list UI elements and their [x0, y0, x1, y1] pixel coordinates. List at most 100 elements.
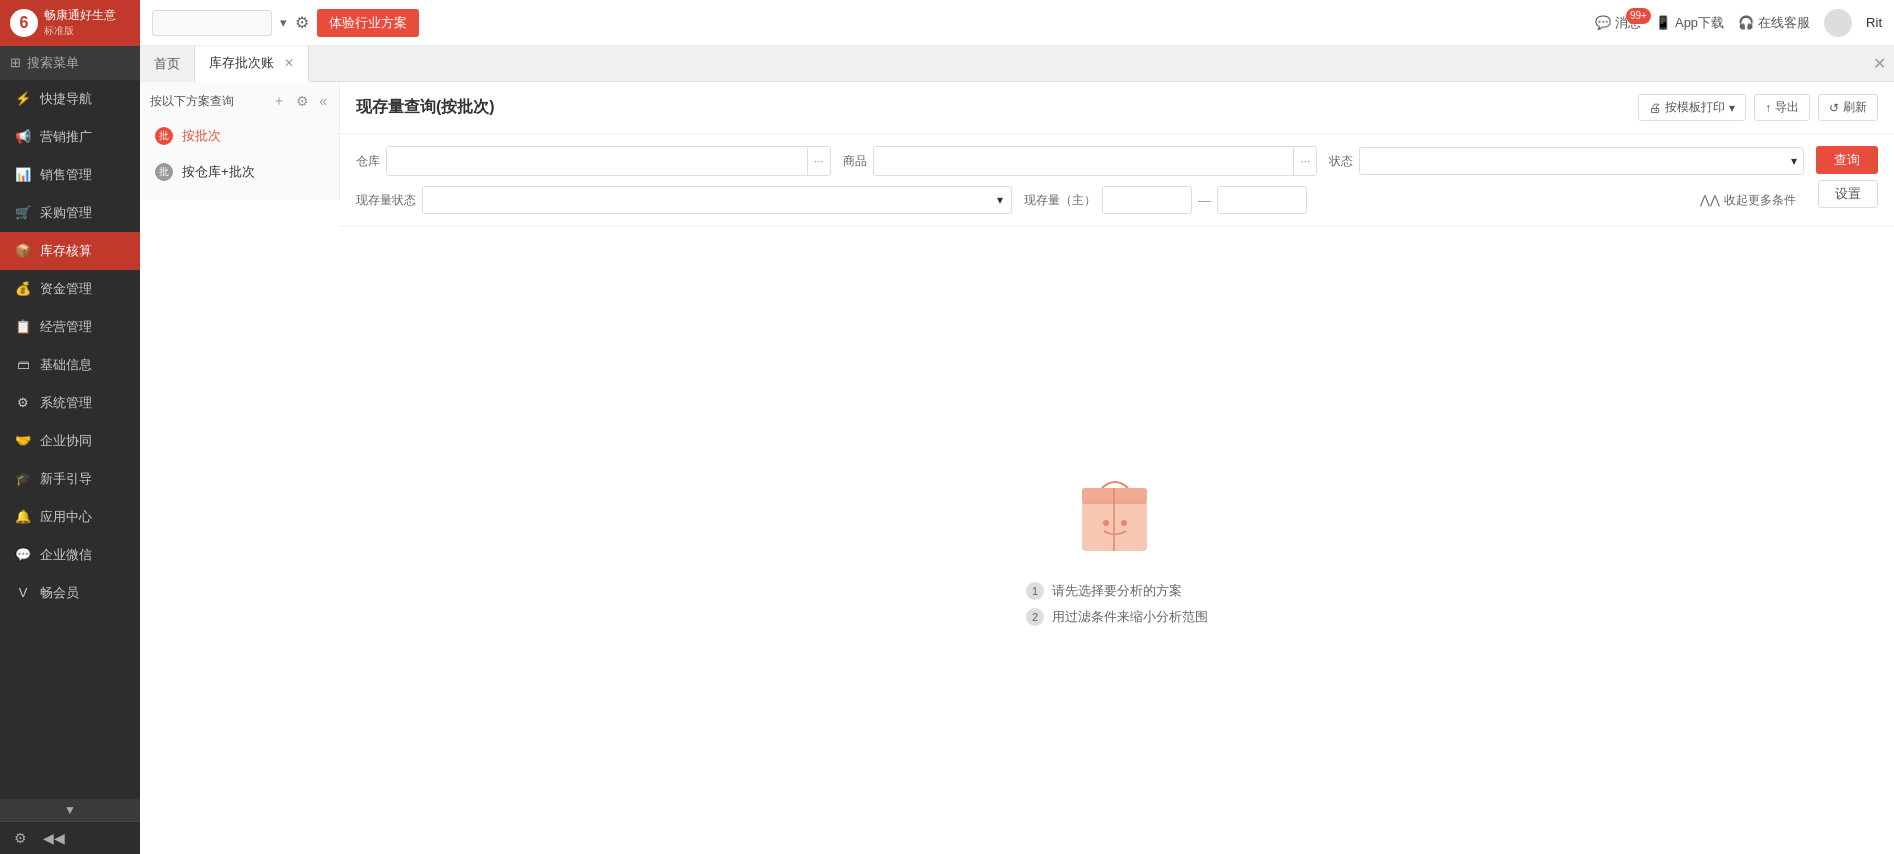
trial-btn[interactable]: 体验行业方案	[317, 9, 419, 37]
tab-close-btn[interactable]: ✕	[284, 56, 294, 70]
add-scheme-btn[interactable]: ＋	[270, 92, 288, 110]
stock-qty-max-input[interactable]	[1217, 186, 1307, 214]
empty-tip-2: 2 用过滤条件来缩小分析范围	[1026, 608, 1208, 626]
phone-icon: 📱	[1655, 15, 1671, 30]
message-btn[interactable]: 💬 消息 99+	[1595, 14, 1641, 32]
scheme-icon: 批	[154, 162, 174, 182]
settings-btn[interactable]: 设置	[1818, 180, 1878, 208]
stock-status-select[interactable]: ▾	[422, 186, 1012, 214]
team-icon: 🤝	[14, 432, 32, 450]
sidebar-nav: ⚡ 快捷导航 📢 营销推广 📊 销售管理 🛒 采购管理 📦 库存核算 💰 资金管…	[0, 80, 140, 799]
user-name: Rit	[1866, 15, 1882, 30]
refresh-btn[interactable]: ↺ 刷新	[1818, 94, 1878, 121]
sidebar-item-enterprise[interactable]: 🤝 企业协同	[0, 422, 140, 460]
sidebar-item-finance[interactable]: 💰 资金管理	[0, 270, 140, 308]
product-input[interactable]	[874, 147, 1294, 175]
sidebar-item-marketing[interactable]: 📢 营销推广	[0, 118, 140, 156]
sidebar-item-weixin[interactable]: 💬 企业微信	[0, 536, 140, 574]
wechat-icon: 💬	[14, 546, 32, 564]
left-panel-header-label: 按以下方案查询	[150, 93, 234, 110]
refresh-label: 刷新	[1843, 99, 1867, 116]
filter-product: 商品 ···	[843, 146, 1318, 176]
sidebar-item-operation[interactable]: 📋 经营管理	[0, 308, 140, 346]
tip-num-1: 1	[1026, 582, 1044, 600]
app-logo: 6	[10, 9, 38, 37]
tab-home[interactable]: 首页	[140, 46, 195, 82]
warehouse-input[interactable]	[387, 147, 807, 175]
settings-footer-icon[interactable]: ⚙	[14, 830, 27, 846]
warehouse-more-btn[interactable]: ···	[807, 147, 830, 175]
sidebar-item-guide[interactable]: 🎓 新手引导	[0, 460, 140, 498]
sidebar-item-label: 应用中心	[40, 508, 92, 526]
product-input-group: ···	[873, 146, 1318, 176]
user-avatar[interactable]	[1824, 9, 1852, 37]
page-header-actions: 🖨 按模板打印 ▾ ↑ 导出 ↺ 刷新	[1638, 94, 1878, 121]
collapse-footer-icon[interactable]: ◀◀	[43, 830, 65, 846]
sidebar-item-quick-nav[interactable]: ⚡ 快捷导航	[0, 80, 140, 118]
empty-illustration	[1062, 456, 1172, 566]
scheme-item-batch[interactable]: 批 按批次	[140, 118, 339, 154]
warehouse-batch-icon: 批	[155, 163, 173, 181]
export-icon: ↑	[1765, 101, 1771, 115]
product-more-btn[interactable]: ···	[1293, 147, 1316, 175]
topbar-right: 💬 消息 99+ 📱 App下载 🎧 在线客服 Rit	[1595, 9, 1882, 37]
settings-scheme-btn[interactable]: ⚙	[294, 92, 311, 110]
app-icon: 🔔	[14, 508, 32, 526]
topbar-search-input[interactable]	[152, 10, 272, 36]
sidebar-item-purchase[interactable]: 🛒 采购管理	[0, 194, 140, 232]
clipboard-icon: 📋	[14, 318, 32, 336]
status-select[interactable]: ▾	[1359, 147, 1804, 175]
guide-icon: 🎓	[14, 470, 32, 488]
collapse-filter-btn[interactable]: ⋀⋀ 收起更多条件	[1692, 188, 1804, 213]
filter-area: 仓库 ··· 商品 ···	[340, 134, 1894, 227]
sidebar-item-system[interactable]: ⚙ 系统管理	[0, 384, 140, 422]
cart-icon: 🛒	[14, 204, 32, 222]
scheme-label-warehouse-batch: 按仓库+批次	[182, 163, 255, 181]
topbar-dropdown-btn[interactable]: ▾	[280, 15, 287, 30]
collapse-label: 收起更多条件	[1724, 192, 1796, 209]
headset-icon: 🎧	[1738, 15, 1754, 30]
scheme-item-warehouse-batch[interactable]: 批 按仓库+批次	[140, 154, 339, 190]
sidebar-scroll-down-btn[interactable]: ▼	[0, 799, 140, 821]
filter-stock-status: 现存量状态 ▾	[356, 186, 1012, 214]
close-tab-area-btn[interactable]: ✕	[1873, 54, 1886, 73]
stock-qty-min-input[interactable]	[1102, 186, 1192, 214]
online-service-btn[interactable]: 🎧 在线客服	[1738, 14, 1810, 32]
content-area: 按以下方案查询 ＋ ⚙ « 批 按批次	[140, 82, 1894, 854]
filter-row-2: 现存量状态 ▾ 现存量（主）	[356, 186, 1804, 214]
sidebar-item-basic[interactable]: 🗃 基础信息	[0, 346, 140, 384]
range-dash: —	[1198, 193, 1211, 208]
svg-point-3	[1103, 520, 1109, 526]
tab-batch-account[interactable]: 库存批次账 ✕	[195, 46, 309, 82]
sidebar-search-label: 搜索菜单	[27, 54, 79, 72]
tab-home-label: 首页	[154, 55, 180, 73]
collapse-panel-btn[interactable]: «	[317, 92, 329, 110]
scheme-label-batch: 按批次	[182, 127, 221, 145]
stock-status-label: 现存量状态	[356, 192, 416, 209]
export-btn[interactable]: ↑ 导出	[1754, 94, 1810, 121]
query-btn[interactable]: 查询	[1816, 146, 1878, 174]
sidebar-header: 6 畅康通好生意 标准版	[0, 0, 140, 46]
app-download-btn[interactable]: 📱 App下载	[1655, 14, 1724, 32]
print-btn[interactable]: 🖨 按模板打印 ▾	[1638, 94, 1746, 121]
megaphone-icon: 📢	[14, 128, 32, 146]
sidebar-search-row[interactable]: ⊞ 搜索菜单	[0, 46, 140, 80]
left-panel: 按以下方案查询 ＋ ⚙ « 批 按批次	[140, 82, 340, 200]
print-dropdown-icon: ▾	[1729, 101, 1735, 115]
scheme-icon: 批	[154, 126, 174, 146]
sidebar-item-appstore[interactable]: 🔔 应用中心	[0, 498, 140, 536]
sidebar-item-inventory[interactable]: 📦 库存核算	[0, 232, 140, 270]
empty-box-svg	[1062, 456, 1172, 566]
svg-point-4	[1121, 520, 1127, 526]
sidebar-item-label: 基础信息	[40, 356, 92, 374]
sidebar-item-sales[interactable]: 📊 销售管理	[0, 156, 140, 194]
tabbar: 首页 库存批次账 ✕ ✕	[140, 46, 1894, 82]
sidebar-item-member[interactable]: V 畅会员	[0, 574, 140, 612]
left-panel-header: 按以下方案查询 ＋ ⚙ «	[140, 92, 339, 118]
collapse-up-icon: ⋀⋀	[1700, 193, 1720, 207]
vip-icon: V	[14, 584, 32, 602]
batch-icon: 批	[155, 127, 173, 145]
page-title: 现存量查询(按批次)	[356, 97, 495, 118]
stock-qty-range: —	[1102, 186, 1307, 214]
topbar-gear-icon[interactable]: ⚙	[295, 13, 309, 32]
